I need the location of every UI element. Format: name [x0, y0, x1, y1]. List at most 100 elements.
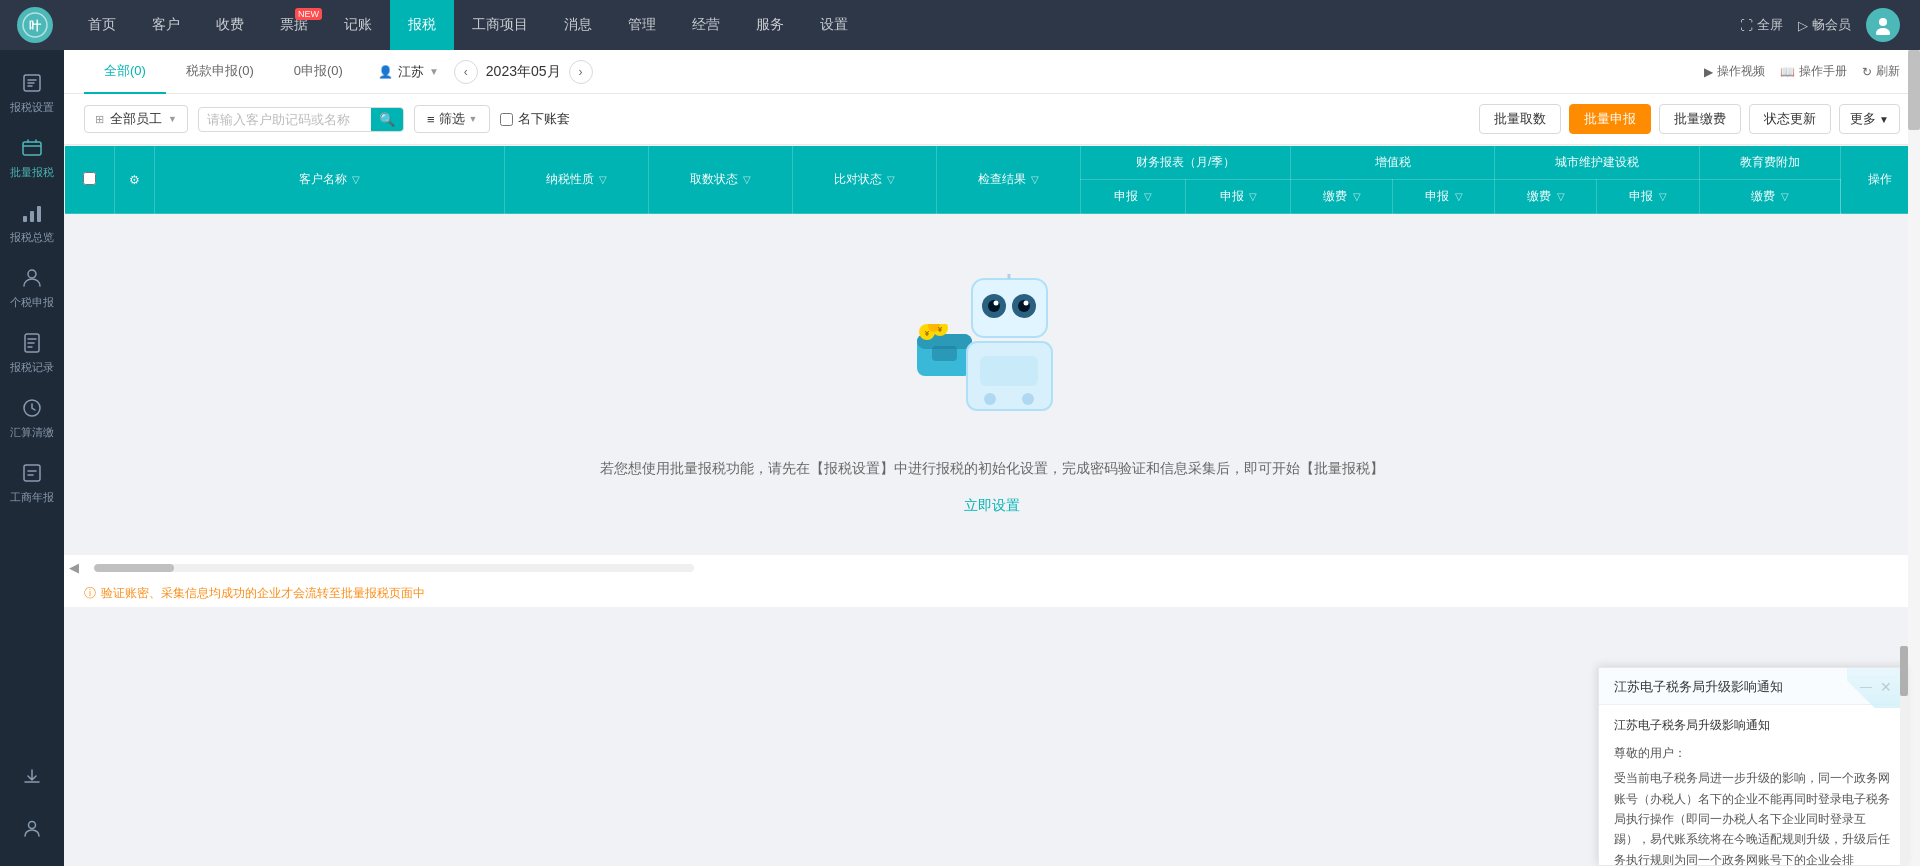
education-tax-label: 教育费附加: [1740, 155, 1800, 169]
dropdown-icon: ▼: [429, 66, 439, 77]
th-financial-declare[interactable]: 申报 ▽: [1080, 180, 1185, 214]
th-tax-type[interactable]: 纳税性质 ▽: [504, 146, 648, 214]
tip-text: 验证账密、采集信息均成功的企业才会流转至批量报税页面中: [101, 585, 425, 602]
svg-point-27: [994, 301, 999, 306]
sidebar-label-personal-tax: 个税申报: [10, 295, 54, 310]
batch-declare-btn[interactable]: 批量申报: [1569, 104, 1651, 134]
period-prev-btn[interactable]: ‹: [454, 60, 478, 84]
right-scrollbar[interactable]: [1908, 50, 1920, 866]
sidebar-item-batch-tax[interactable]: 批量报税: [0, 125, 64, 190]
table-container: ⚙ 客户名称 ▽ 纳税性质 ▽ 取数状态 ▽ 比对状态: [64, 145, 1920, 555]
th-city-tax-pay[interactable]: 缴费 ▽: [1495, 180, 1597, 214]
select-all-checkbox[interactable]: [83, 172, 96, 185]
operation-video-btn[interactable]: ▶ 操作视频: [1704, 63, 1765, 80]
fullscreen-icon: ⛶: [1740, 18, 1753, 33]
account-checkbox-text: 名下账套: [518, 110, 570, 128]
batch-pay-btn[interactable]: 批量缴费: [1659, 104, 1741, 134]
refresh-btn[interactable]: ↻ 刷新: [1862, 63, 1900, 80]
logo-circle: 叶: [17, 7, 53, 43]
nav-customer[interactable]: 客户: [134, 0, 198, 50]
nav-invoice[interactable]: 票据 NEW: [262, 0, 326, 50]
operation-manual-btn[interactable]: 📖 操作手册: [1780, 63, 1847, 80]
batch-tax-icon: [19, 135, 45, 161]
scroll-left-arrow[interactable]: ◀: [64, 560, 84, 575]
sidebar-user[interactable]: [0, 805, 64, 851]
th-check-result[interactable]: 检查结果 ▽: [936, 146, 1080, 214]
sidebar-item-tax-record[interactable]: 报税记录: [0, 320, 64, 385]
user-avatar[interactable]: [1866, 8, 1900, 42]
svg-rect-32: [980, 356, 1038, 386]
nav-message[interactable]: 消息: [546, 0, 610, 50]
tab-all[interactable]: 全部(0): [84, 50, 166, 94]
th-compare-status[interactable]: 比对状态 ▽: [792, 146, 936, 214]
app-logo[interactable]: 叶: [10, 0, 60, 50]
th-vat-pay[interactable]: 缴费 ▽: [1291, 180, 1393, 214]
search-input[interactable]: [207, 112, 367, 127]
robot-illustration: ¥ ¥: [912, 274, 1072, 434]
fetch-status-filter-icon: ▽: [743, 174, 751, 185]
tax-type-label: 纳税性质: [546, 172, 594, 186]
horizontal-scrollbar[interactable]: [94, 564, 694, 572]
employee-select[interactable]: ⊞ 全部员工 ▼: [84, 105, 188, 133]
sidebar-download[interactable]: [0, 754, 64, 800]
sidebar-item-annual-report[interactable]: 工商年报: [0, 450, 64, 515]
more-btn[interactable]: 更多 ▼: [1839, 104, 1900, 134]
sidebar-label-settlement: 汇算清缴: [10, 425, 54, 440]
sidebar-item-tax-settings[interactable]: 报税设置: [0, 60, 64, 125]
f-declare-filter-icon: ▽: [1144, 191, 1152, 202]
edu-declare-filter-icon: ▽: [1659, 191, 1667, 202]
th-city-tax-declare[interactable]: 申报 ▽: [1393, 180, 1495, 214]
nav-home[interactable]: 首页: [70, 0, 134, 50]
period-next-btn[interactable]: ›: [569, 60, 593, 84]
batch-fetch-btn[interactable]: 批量取数: [1479, 104, 1561, 134]
right-scrollbar-thumb: [1908, 50, 1920, 130]
fullscreen-btn[interactable]: ⛶ 全屏: [1740, 16, 1783, 34]
nav-manage[interactable]: 管理: [610, 0, 674, 50]
sidebar-bottom: [0, 754, 64, 866]
th-edu-declare[interactable]: 申报 ▽: [1597, 180, 1699, 214]
city-declare-filter-icon: ▽: [1455, 191, 1463, 202]
th-fetch-status[interactable]: 取数状态 ▽: [648, 146, 792, 214]
sidebar-item-tax-overview[interactable]: 报税总览: [0, 190, 64, 255]
nav-items: 首页 客户 收费 票据 NEW 记账 报税 工商项目 消息 管理 经营 服务 设…: [70, 0, 1740, 50]
svg-point-3: [1876, 28, 1890, 35]
notification-popup: 江苏电子税务局升级影响通知 — ✕ 江苏电子税务局升级影响通知 尊敬的用户： 受…: [1598, 667, 1908, 866]
nav-settings[interactable]: 设置: [802, 0, 866, 50]
filter-button[interactable]: ≡ 筛选 ▼: [414, 105, 491, 133]
status-update-btn[interactable]: 状态更新: [1749, 104, 1831, 134]
svg-rect-5: [23, 142, 41, 155]
search-button[interactable]: 🔍: [371, 108, 403, 131]
th-customer-name[interactable]: 客户名称 ▽: [155, 146, 505, 214]
tab-tax-declare[interactable]: 税款申报(0): [166, 50, 274, 94]
th-edu-pay[interactable]: 缴费 ▽: [1699, 180, 1841, 214]
settings-icon: ⚙: [129, 173, 140, 187]
city-tax-declare-label: 申报: [1425, 189, 1449, 203]
svg-text:¥: ¥: [938, 325, 943, 334]
setup-link[interactable]: 立即设置: [964, 497, 1020, 515]
svg-point-2: [1879, 18, 1887, 26]
nav-operation[interactable]: 经营: [674, 0, 738, 50]
tab-zero-declare[interactable]: 0申报(0): [274, 50, 363, 94]
sidebar: 报税设置 批量报税 报税总览 个税申报: [0, 50, 64, 866]
th-vat-declare[interactable]: 申报 ▽: [1186, 180, 1291, 214]
member-btn[interactable]: ▷ 畅会员: [1798, 16, 1851, 34]
operation-video-label: 操作视频: [1717, 63, 1765, 80]
compare-status-label: 比对状态: [834, 172, 882, 186]
account-checkbox[interactable]: [500, 113, 513, 126]
refresh-icon: ↻: [1862, 65, 1872, 79]
nav-fee[interactable]: 收费: [198, 0, 262, 50]
notif-side-scrollbar[interactable]: [1900, 646, 1908, 866]
nav-business[interactable]: 工商项目: [454, 0, 546, 50]
svg-text:叶: 叶: [29, 19, 42, 33]
scrollbar-thumb: [94, 564, 174, 572]
account-checkbox-label[interactable]: 名下账套: [500, 110, 570, 128]
sidebar-item-settlement[interactable]: 汇算清缴: [0, 385, 64, 450]
region-selector[interactable]: 👤 江苏 ▼: [363, 63, 454, 81]
nav-service[interactable]: 服务: [738, 0, 802, 50]
nav-bookkeeping[interactable]: 记账: [326, 0, 390, 50]
nav-tax[interactable]: 报税: [390, 0, 454, 50]
sidebar-item-personal-tax[interactable]: 个税申报: [0, 255, 64, 320]
employee-dropdown-icon: ▼: [168, 114, 177, 124]
city-tax-label: 城市维护建设税: [1555, 155, 1639, 169]
th-gear[interactable]: ⚙: [115, 146, 155, 214]
